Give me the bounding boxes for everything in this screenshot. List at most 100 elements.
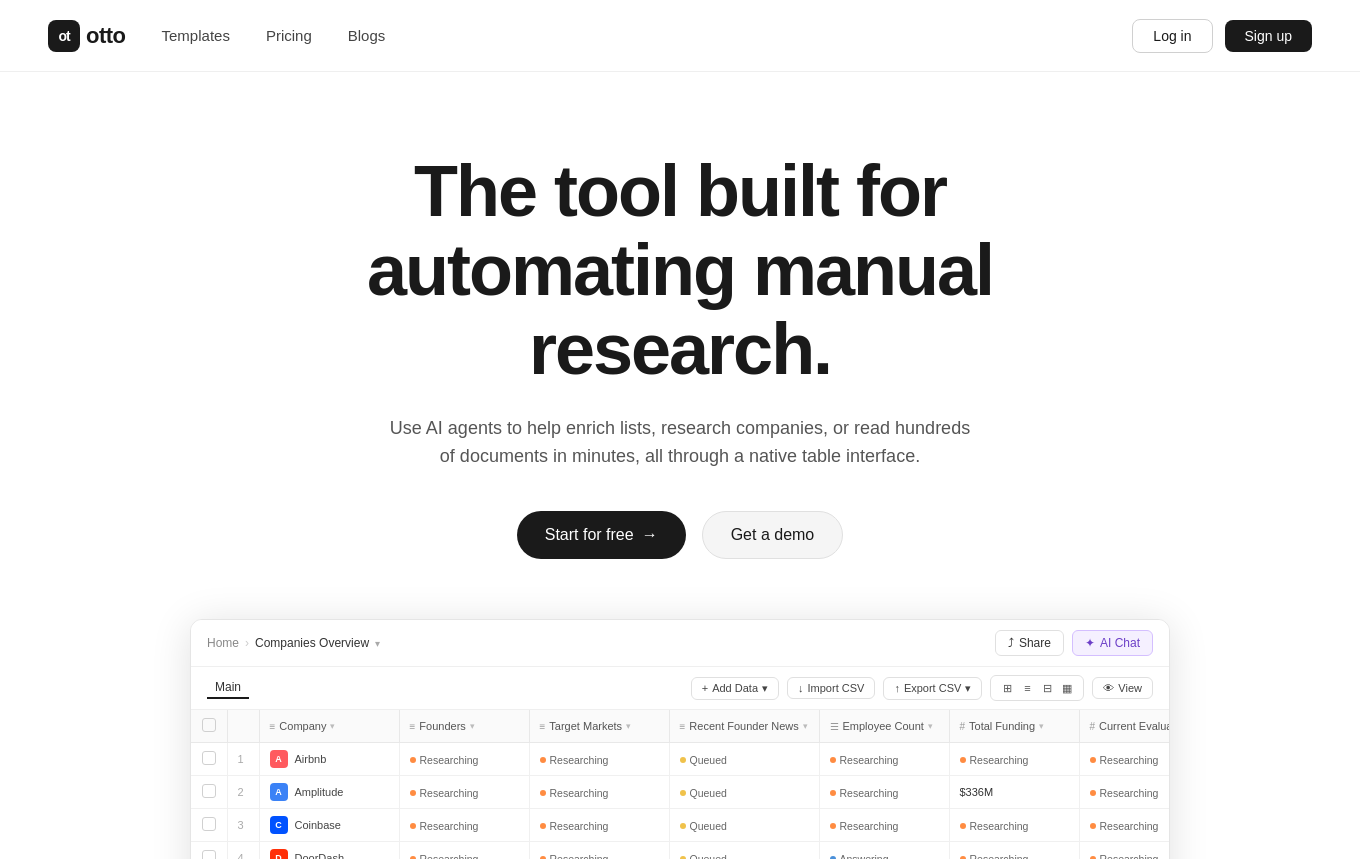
list-icon[interactable]: ≡ — [1019, 680, 1035, 696]
add-data-chevron: ▾ — [762, 682, 768, 695]
nav-pricing[interactable]: Pricing — [266, 27, 312, 44]
nav-right: Log in Sign up — [1132, 19, 1312, 53]
row-checkbox[interactable] — [191, 743, 227, 776]
company-name: Coinbase — [295, 819, 341, 831]
hero-actions: Start for free → Get a demo — [517, 511, 844, 559]
eval-col-icon: # — [1090, 721, 1096, 732]
row-num: 1 — [227, 743, 259, 776]
preview-table-wrap: ≡ Company ▾ ≡ Founders ▾ — [191, 710, 1169, 859]
col-checkbox — [191, 710, 227, 743]
target-sort-icon: ▾ — [626, 721, 631, 731]
founders-cell: Researching — [399, 842, 529, 859]
col-company[interactable]: ≡ Company ▾ — [259, 710, 399, 743]
row-checkbox[interactable] — [191, 809, 227, 842]
export-csv-button[interactable]: ↑ Export CSV ▾ — [883, 677, 982, 700]
col-employee-label: Employee Count — [843, 720, 924, 732]
nav-templates[interactable]: Templates — [162, 27, 230, 44]
founders-cell: Researching — [399, 743, 529, 776]
preview-topbar: Home › Companies Overview ▾ ⤴ Share ✦ AI… — [191, 620, 1169, 667]
emp-col-icon: ☰ — [830, 721, 839, 732]
view-icon: 👁 — [1103, 682, 1114, 694]
logo[interactable]: ot otto — [48, 20, 126, 52]
arrow-icon: → — [642, 526, 658, 544]
preview-wrapper: Home › Companies Overview ▾ ⤴ Share ✦ AI… — [0, 619, 1360, 859]
col-founders[interactable]: ≡ Founders ▾ — [399, 710, 529, 743]
target-col-icon: ≡ — [540, 721, 546, 732]
row-num: 4 — [227, 842, 259, 859]
tab-main[interactable]: Main — [207, 677, 249, 699]
table-row[interactable]: 1 A Airbnb Researching Researching Queue… — [191, 743, 1169, 776]
col-eval[interactable]: # Current Evaluation ▾ — [1079, 710, 1169, 743]
login-button[interactable]: Log in — [1132, 19, 1212, 53]
preview-topbar-right: ⤴ Share ✦ AI Chat — [995, 630, 1153, 656]
target-cell: Researching — [529, 842, 669, 859]
founders-cell: Researching — [399, 776, 529, 809]
col-company-label: Company — [279, 720, 326, 732]
news-cell: Queued — [669, 743, 819, 776]
grid-icon[interactable]: ⊞ — [999, 680, 1015, 696]
company-name: Amplitude — [295, 786, 344, 798]
emp-cell: Researching — [819, 809, 949, 842]
eval-cell: Researching — [1079, 842, 1169, 859]
col-news[interactable]: ≡ Recent Founder News ▾ — [669, 710, 819, 743]
emp-sort-icon: ▾ — [928, 721, 933, 731]
signup-button[interactable]: Sign up — [1225, 20, 1312, 52]
view-toggle-group: ⊞ ≡ ⊟ ▦ — [990, 675, 1084, 701]
add-icon: + — [702, 682, 708, 694]
share-label: Share — [1019, 636, 1051, 650]
get-demo-label: Get a demo — [731, 526, 815, 544]
row-checkbox[interactable] — [191, 842, 227, 859]
table-row[interactable]: 2 A Amplitude Researching Researching Qu… — [191, 776, 1169, 809]
founders-cell: Researching — [399, 809, 529, 842]
col-funding[interactable]: # Total Funding ▾ — [949, 710, 1079, 743]
company-cell[interactable]: D DoorDash — [259, 842, 399, 859]
get-demo-button[interactable]: Get a demo — [702, 511, 844, 559]
add-data-button[interactable]: + Add Data ▾ — [691, 677, 779, 700]
founders-sort-icon: ▾ — [470, 721, 475, 731]
share-icon: ⤴ — [1008, 636, 1014, 650]
col-employee[interactable]: ☰ Employee Count ▾ — [819, 710, 949, 743]
eval-cell: Researching — [1079, 743, 1169, 776]
breadcrumb-current: Companies Overview ▾ — [255, 636, 380, 650]
table-row[interactable]: 3 C Coinbase Researching Researching Que… — [191, 809, 1169, 842]
company-cell[interactable]: C Coinbase — [259, 809, 399, 842]
breadcrumb-home[interactable]: Home — [207, 636, 239, 650]
target-cell: Researching — [529, 743, 669, 776]
funding-cell: Researching — [949, 842, 1079, 859]
export-chevron: ▾ — [965, 682, 971, 695]
navbar: ot otto Templates Pricing Blogs Log in S… — [0, 0, 1360, 72]
company-cell[interactable]: A Amplitude — [259, 776, 399, 809]
col-target[interactable]: ≡ Target Markets ▾ — [529, 710, 669, 743]
cols-icon[interactable]: ⊟ — [1039, 680, 1055, 696]
table-row[interactable]: 4 D DoorDash Researching Researching Que… — [191, 842, 1169, 859]
preview-toolbar: Main + Add Data ▾ ↓ Import CSV ↑ Export … — [191, 667, 1169, 710]
row-num: 3 — [227, 809, 259, 842]
header-checkbox[interactable] — [202, 718, 216, 732]
company-name: DoorDash — [295, 852, 345, 859]
view-button[interactable]: 👁 View — [1092, 677, 1153, 699]
founders-col-icon: ≡ — [410, 721, 416, 732]
ai-chat-button[interactable]: ✦ AI Chat — [1072, 630, 1153, 656]
funding-col-icon: # — [960, 721, 966, 732]
nav-blogs[interactable]: Blogs — [348, 27, 386, 44]
row-checkbox[interactable] — [191, 776, 227, 809]
breadcrumb-sep: › — [245, 636, 249, 650]
hero-title-line1: The tool built for — [414, 151, 946, 231]
import-csv-button[interactable]: ↓ Import CSV — [787, 677, 875, 699]
board-icon[interactable]: ▦ — [1059, 680, 1075, 696]
share-button[interactable]: ⤴ Share — [995, 630, 1064, 656]
start-free-button[interactable]: Start for free → — [517, 511, 686, 559]
breadcrumb-current-label: Companies Overview — [255, 636, 369, 650]
company-sort-icon: ▾ — [330, 721, 335, 731]
logo-icon: ot — [48, 20, 80, 52]
hero-subtitle: Use AI agents to help enrich lists, rese… — [380, 414, 980, 472]
breadcrumb: Home › Companies Overview ▾ — [207, 636, 380, 650]
funding-cell: $336M — [949, 776, 1079, 809]
col-founders-label: Founders — [419, 720, 465, 732]
view-label: View — [1118, 682, 1142, 694]
emp-cell: Researching — [819, 776, 949, 809]
company-col-icon: ≡ — [270, 721, 276, 732]
hero-title: The tool built for automating manual res… — [230, 152, 1130, 390]
company-cell[interactable]: A Airbnb — [259, 743, 399, 776]
export-icon: ↑ — [894, 682, 900, 694]
